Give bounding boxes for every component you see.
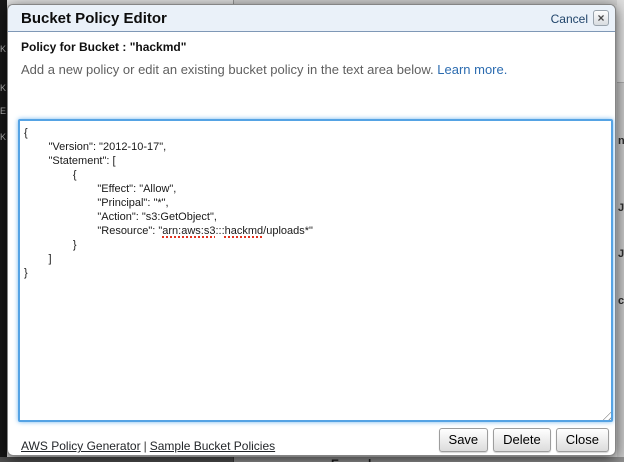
background-column-divider-bottom — [233, 457, 234, 462]
delete-button[interactable]: Delete — [493, 428, 551, 452]
bucket-policy-editor-dialog: Bucket Policy Editor Cancel × Policy for… — [7, 4, 616, 456]
background-page-left: K K E K — [0, 0, 7, 462]
cancel-link[interactable]: Cancel — [551, 12, 588, 26]
dialog-title: Bucket Policy Editor — [21, 10, 167, 27]
description-span: Add a new policy or edit an existing buc… — [21, 62, 434, 77]
footer-links: AWS Policy Generator|Sample Bucket Polic… — [21, 439, 275, 453]
background-page-bottom: E l — [0, 457, 624, 462]
bg-text-fragment: K — [0, 84, 6, 93]
screen: K K E K n J J c E l Bucket Policy Editor… — [0, 0, 624, 462]
bg-text-fragment: E — [331, 458, 339, 462]
bg-text-fragment: c — [618, 296, 624, 307]
save-button[interactable]: Save — [439, 428, 489, 452]
aws-policy-generator-link[interactable]: AWS Policy Generator — [21, 439, 141, 453]
link-separator: | — [141, 439, 150, 453]
close-button[interactable]: Close — [556, 428, 609, 452]
policy-for-bucket-heading: Policy for Bucket : "hackmd" — [21, 40, 186, 54]
dialog-header: Bucket Policy Editor Cancel × — [8, 5, 615, 32]
background-right-top-section — [617, 0, 624, 83]
bg-text-fragment: K — [0, 45, 6, 54]
bg-text-fragment: J — [618, 203, 624, 214]
policy-textarea[interactable]: { "Version": "2012-10-17", "Statement": … — [18, 119, 613, 422]
bg-text-fragment: l — [368, 458, 371, 462]
bg-text-fragment: K — [0, 133, 6, 142]
bg-text-fragment: J — [618, 249, 624, 260]
description-text: Add a new policy or edit an existing buc… — [21, 62, 507, 77]
close-icon[interactable]: × — [593, 10, 609, 26]
bg-text-fragment: n — [618, 136, 624, 147]
sample-bucket-policies-link[interactable]: Sample Bucket Policies — [150, 439, 275, 453]
bg-text-fragment: E — [0, 107, 6, 116]
learn-more-link[interactable]: Learn more. — [437, 62, 507, 77]
footer-buttons: Save Delete Close — [439, 428, 609, 452]
background-page-right: n J J c — [617, 0, 624, 462]
